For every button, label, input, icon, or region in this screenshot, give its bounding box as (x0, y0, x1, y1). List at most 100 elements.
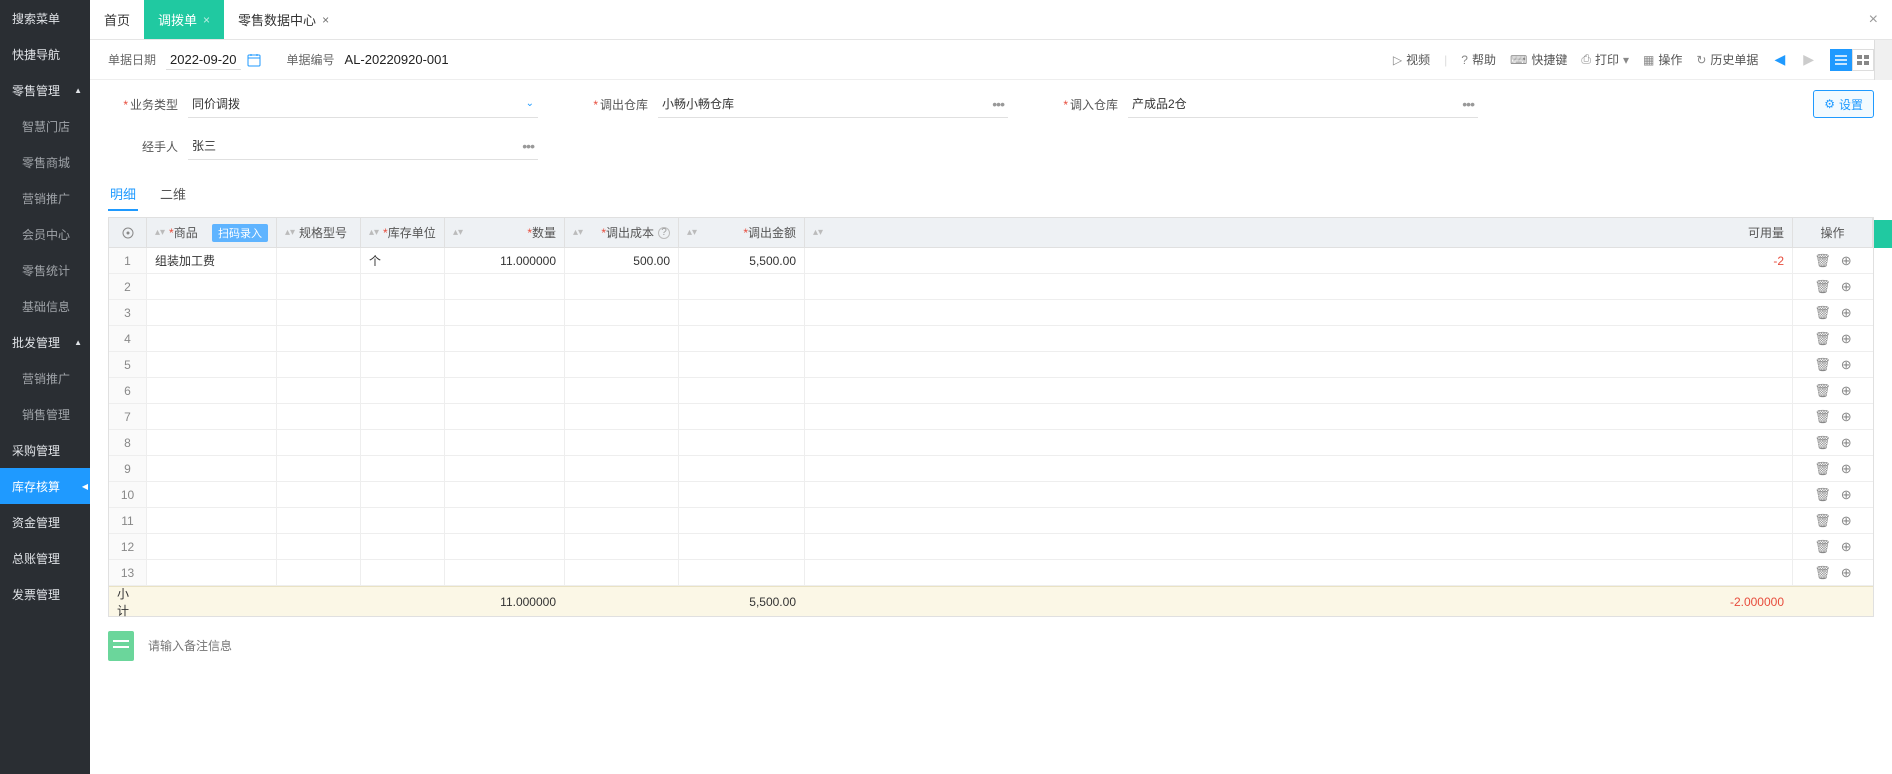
grid-settings-button[interactable] (109, 218, 147, 247)
table-cell[interactable] (445, 508, 565, 533)
card-view-button[interactable] (1852, 49, 1874, 71)
print-button[interactable]: ⎙打印▾ (1581, 51, 1629, 68)
sidebar-item[interactable]: 营销推广 (0, 180, 90, 216)
subtab[interactable]: 二维 (158, 178, 188, 211)
add-row-icon[interactable]: ⊕ (1841, 487, 1852, 503)
table-cell[interactable] (277, 300, 361, 325)
col-unit[interactable]: ▴▾*库存单位 (361, 218, 445, 247)
table-cell[interactable] (277, 248, 361, 273)
table-cell[interactable] (445, 404, 565, 429)
table-cell[interactable] (565, 482, 679, 507)
delete-icon[interactable]: 🗑 (1814, 253, 1831, 269)
biz-type-input[interactable]: 同价调拨⌄ (188, 90, 538, 118)
delete-icon[interactable]: 🗑 (1814, 383, 1831, 399)
table-cell[interactable] (565, 430, 679, 455)
table-cell[interactable] (361, 430, 445, 455)
table-cell[interactable]: 6 (109, 378, 147, 403)
table-cell[interactable] (805, 482, 1793, 507)
col-product[interactable]: ▴▾*商品扫码录入 (147, 218, 277, 247)
table-cell[interactable] (277, 560, 361, 585)
table-cell[interactable] (277, 274, 361, 299)
table-cell[interactable] (361, 456, 445, 481)
sidebar-item[interactable]: 会员中心 (0, 216, 90, 252)
add-row-icon[interactable]: ⊕ (1841, 409, 1852, 425)
table-cell[interactable]: 8 (109, 430, 147, 455)
sidebar-item[interactable]: 搜索菜单 (0, 0, 90, 36)
table-cell[interactable] (361, 482, 445, 507)
remarks-input[interactable] (148, 639, 1874, 653)
table-cell[interactable]: 10 (109, 482, 147, 507)
scan-badge[interactable]: 扫码录入 (212, 224, 268, 242)
table-cell[interactable]: 个 (361, 248, 445, 273)
sidebar-item[interactable]: 总账管理 (0, 540, 90, 576)
table-cell[interactable] (147, 300, 277, 325)
table-cell[interactable] (679, 456, 805, 481)
next-doc-button[interactable]: ▶ (1801, 51, 1816, 68)
table-cell[interactable] (565, 300, 679, 325)
table-cell[interactable] (361, 560, 445, 585)
table-cell[interactable] (445, 560, 565, 585)
table-cell[interactable] (361, 534, 445, 559)
table-cell[interactable] (445, 274, 565, 299)
table-cell[interactable] (147, 508, 277, 533)
prev-doc-button[interactable]: ◀ (1772, 51, 1787, 68)
table-cell[interactable] (805, 456, 1793, 481)
add-row-icon[interactable]: ⊕ (1841, 565, 1852, 581)
sidebar-item[interactable]: 快捷导航 (0, 36, 90, 72)
table-cell[interactable]: 11.000000 (445, 248, 565, 273)
col-amount[interactable]: ▴▾*调出金额 (679, 218, 805, 247)
add-row-icon[interactable]: ⊕ (1841, 357, 1852, 373)
table-cell[interactable] (565, 456, 679, 481)
table-cell[interactable]: 组装加工费 (147, 248, 277, 273)
table-cell[interactable] (679, 300, 805, 325)
table-cell[interactable] (805, 508, 1793, 533)
history-button[interactable]: ↻历史单据 (1696, 51, 1758, 68)
ops-button[interactable]: ▦操作 (1643, 51, 1682, 68)
sidebar-item[interactable]: 零售商城 (0, 144, 90, 180)
calendar-icon[interactable] (247, 53, 261, 67)
table-cell[interactable] (147, 534, 277, 559)
table-cell[interactable] (445, 378, 565, 403)
add-row-icon[interactable]: ⊕ (1841, 383, 1852, 399)
table-cell[interactable] (565, 352, 679, 377)
close-all-tabs-button[interactable]: × (1855, 0, 1892, 39)
col-qty[interactable]: ▴▾*数量 (445, 218, 565, 247)
subtab[interactable]: 明细 (108, 178, 138, 211)
col-spec[interactable]: ▴▾规格型号 (277, 218, 361, 247)
table-cell[interactable]: 1 (109, 248, 147, 273)
table-cell[interactable]: 4 (109, 326, 147, 351)
shortcut-button[interactable]: ⌨快捷键 (1510, 51, 1567, 68)
table-cell[interactable] (277, 378, 361, 403)
table-cell[interactable] (679, 430, 805, 455)
table-cell[interactable] (147, 456, 277, 481)
table-cell[interactable] (147, 430, 277, 455)
col-cost[interactable]: ▴▾*调出成本? (565, 218, 679, 247)
table-cell[interactable] (565, 274, 679, 299)
video-button[interactable]: ▷视频 (1393, 51, 1430, 68)
add-row-icon[interactable]: ⊕ (1841, 305, 1852, 321)
table-cell[interactable] (565, 560, 679, 585)
delete-icon[interactable]: 🗑 (1814, 409, 1831, 425)
table-cell[interactable] (445, 300, 565, 325)
table-cell[interactable] (277, 430, 361, 455)
table-cell[interactable] (679, 378, 805, 403)
table-cell[interactable]: 12 (109, 534, 147, 559)
table-cell[interactable] (277, 482, 361, 507)
table-cell[interactable] (445, 534, 565, 559)
tab[interactable]: 调拨单× (144, 0, 224, 39)
table-cell[interactable]: 9 (109, 456, 147, 481)
table-cell[interactable] (565, 534, 679, 559)
sidebar-item[interactable]: 零售管理▲ (0, 72, 90, 108)
table-cell[interactable]: 3 (109, 300, 147, 325)
delete-icon[interactable]: 🗑 (1814, 435, 1831, 451)
table-cell[interactable] (679, 274, 805, 299)
sidebar-item[interactable]: 销售管理 (0, 396, 90, 432)
right-badge[interactable] (1874, 220, 1892, 248)
table-cell[interactable] (277, 508, 361, 533)
table-cell[interactable] (147, 482, 277, 507)
sidebar-item[interactable]: 基础信息 (0, 288, 90, 324)
sidebar-item[interactable]: 批发管理▲ (0, 324, 90, 360)
table-cell[interactable] (679, 482, 805, 507)
table-cell[interactable] (277, 404, 361, 429)
notes-icon[interactable] (108, 631, 134, 661)
